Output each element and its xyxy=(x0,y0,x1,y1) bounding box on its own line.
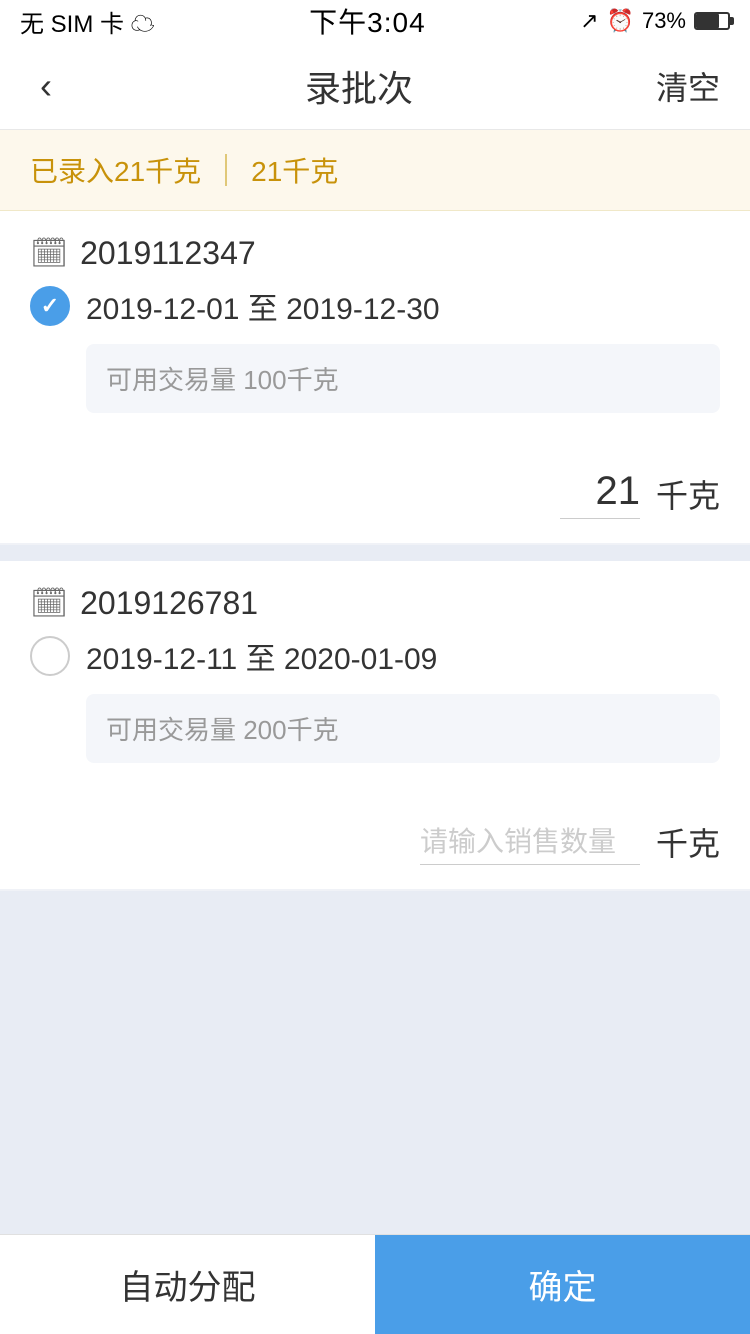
batch1-stock-box: 可用交易量 100千克 xyxy=(86,344,720,413)
batch2-quantity-row: 请输入销售数量 千克 xyxy=(0,803,750,889)
batch2-unit: 千克 xyxy=(656,819,720,865)
alarm-icon: ⏰ xyxy=(607,8,634,34)
nav-bar: ‹ 录批次 清空 xyxy=(0,42,750,130)
empty-content-area xyxy=(0,891,750,1291)
batch2-icon: 🗓 xyxy=(30,586,68,621)
total-amount: 21千克 xyxy=(251,150,338,190)
batch1-quantity-row: 21 千克 xyxy=(0,453,750,543)
batch2-stock-text: 可用交易量 200千克 xyxy=(106,715,339,745)
batch2-quantity-placeholder: 请输入销售数量 xyxy=(420,826,616,857)
batch1-unit: 千克 xyxy=(656,471,720,517)
batch1-date: 2019-12-01 至 2019-12-30 xyxy=(86,284,440,328)
batch1-id: 2019112347 xyxy=(80,235,256,272)
back-button[interactable]: ‹ xyxy=(30,55,62,117)
page-title: 录批次 xyxy=(305,60,413,112)
recorded-amount: 已录入21千克 xyxy=(30,150,201,190)
batch2-stock-box: 可用交易量 200千克 xyxy=(86,694,720,763)
confirm-button[interactable]: 确定 xyxy=(375,1235,750,1334)
info-banner: 已录入21千克 21千克 xyxy=(0,130,750,211)
status-left: 无 SIM 卡 ☁ xyxy=(20,4,155,39)
status-time: 下午3:04 xyxy=(309,1,426,41)
banner-divider xyxy=(225,154,227,186)
battery-icon xyxy=(694,12,730,30)
batch1-quantity-value[interactable]: 21 xyxy=(560,469,640,519)
status-bar: 无 SIM 卡 ☁ 下午3:04 ↗ ⏰ 73% xyxy=(0,0,750,42)
status-right: ↗ ⏰ 73% xyxy=(580,8,730,34)
battery-percent: 73% xyxy=(642,8,686,34)
batch1-card: 🗓 2019112347 2019-12-01 至 2019-12-30 可用交… xyxy=(0,211,750,543)
batch2-radio[interactable] xyxy=(30,636,70,676)
bottom-bar: 自动分配 确定 xyxy=(0,1234,750,1334)
batch1-stock-text: 可用交易量 100千克 xyxy=(106,365,339,395)
batch1-item: 🗓 2019112347 2019-12-01 至 2019-12-30 可用交… xyxy=(0,211,750,453)
batch2-date: 2019-12-11 至 2020-01-09 xyxy=(86,634,437,678)
batch2-header: 🗓 2019126781 xyxy=(30,585,720,622)
batch1-icon: 🗓 xyxy=(30,236,68,271)
batch1-radio[interactable] xyxy=(30,286,70,326)
batch2-item: 🗓 2019126781 2019-12-11 至 2020-01-09 可用交… xyxy=(0,561,750,803)
auto-distribute-button[interactable]: 自动分配 xyxy=(0,1235,375,1334)
batch2-quantity-input[interactable]: 请输入销售数量 xyxy=(420,820,640,865)
batch2-id: 2019126781 xyxy=(80,585,258,622)
batch1-row[interactable]: 2019-12-01 至 2019-12-30 xyxy=(30,284,720,328)
location-icon: ↗ xyxy=(580,8,598,34)
batch2-card: 🗓 2019126781 2019-12-11 至 2020-01-09 可用交… xyxy=(0,561,750,889)
batch2-row[interactable]: 2019-12-11 至 2020-01-09 xyxy=(30,634,720,678)
no-sim-label: 无 SIM 卡 ☁ xyxy=(20,4,155,39)
section-separator xyxy=(0,545,750,561)
clear-button[interactable]: 清空 xyxy=(656,63,720,109)
batch1-header: 🗓 2019112347 xyxy=(30,235,720,272)
